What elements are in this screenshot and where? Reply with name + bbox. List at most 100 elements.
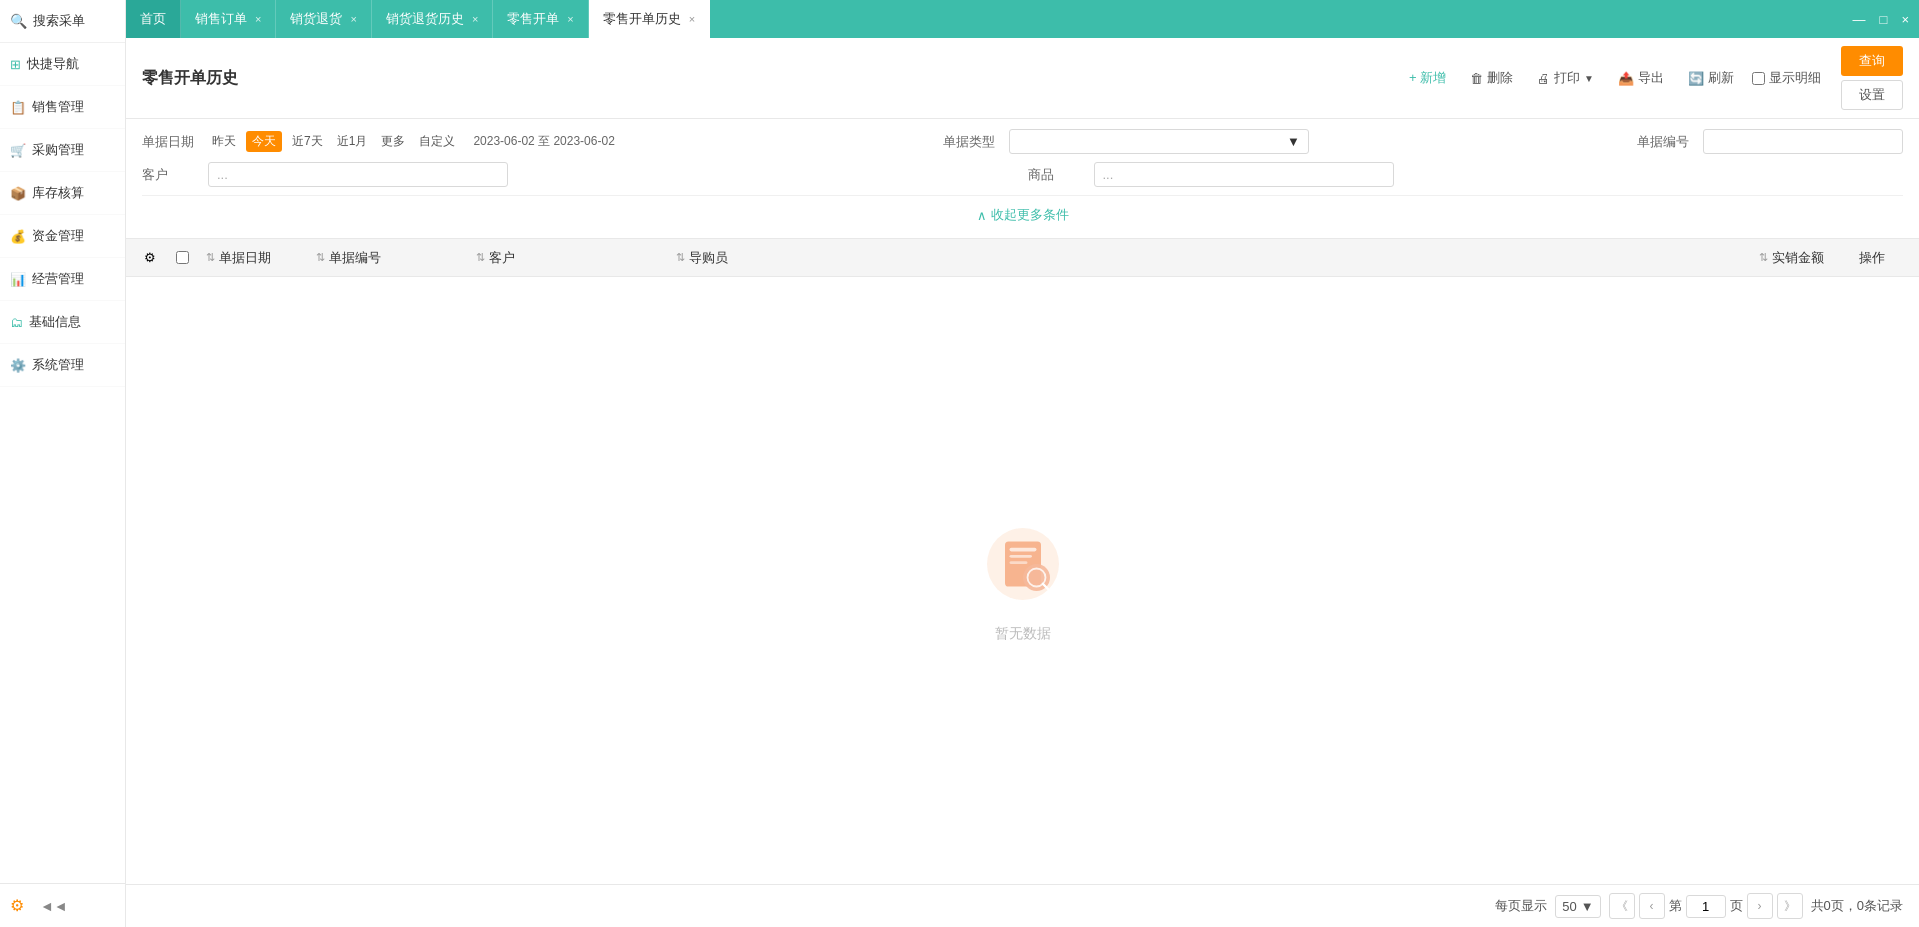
tab-sales-return-history[interactable]: 销货退货历史 ×: [372, 0, 493, 38]
th-guide[interactable]: ⇅ 导购员: [668, 249, 788, 267]
sidebar-item-operation[interactable]: 📊 经营管理: [0, 258, 125, 301]
sidebar-item-purchase[interactable]: 🛒 采购管理: [0, 129, 125, 172]
tab-retail-open-history-close[interactable]: ×: [689, 13, 695, 25]
tab-sales-order-label: 销售订单: [195, 10, 247, 28]
print-dropdown-icon: ▼: [1584, 73, 1594, 84]
bill-type-select[interactable]: ▼: [1009, 129, 1309, 154]
export-button[interactable]: 📤 导出: [1612, 65, 1670, 91]
refresh-button[interactable]: 🔄 刷新: [1682, 65, 1740, 91]
tab-retail-open-history[interactable]: 零售开单历史 ×: [589, 0, 710, 38]
bill-number-input[interactable]: [1703, 129, 1903, 154]
next-page-button[interactable]: ›: [1747, 893, 1773, 919]
next-page-icon: ›: [1758, 899, 1762, 913]
sort-icon: ⇅: [206, 251, 215, 264]
tab-sales-order[interactable]: 销售订单 ×: [181, 0, 276, 38]
add-button[interactable]: + 新增: [1403, 65, 1452, 91]
sidebar-item-basic[interactable]: 🗂 基础信息: [0, 301, 125, 344]
tab-home[interactable]: 首页: [126, 0, 181, 38]
th-amount[interactable]: ⇅ 实销金额: [1751, 249, 1851, 267]
sidebar-search[interactable]: 搜索采单: [0, 0, 125, 43]
tab-home-label: 首页: [140, 10, 166, 28]
bill-type-label: 单据类型: [943, 133, 999, 151]
total-text: 共0页，0条记录: [1811, 897, 1903, 915]
tab-retail-open-close[interactable]: ×: [567, 13, 573, 25]
minimize-button[interactable]: —: [1853, 12, 1866, 27]
sidebar-item-system[interactable]: ⚙️ 系统管理: [0, 344, 125, 387]
display-detail-checkbox[interactable]: [1752, 72, 1765, 85]
tab-sales-return-history-close[interactable]: ×: [472, 13, 478, 25]
sidebar-item-label: 采购管理: [32, 141, 84, 159]
th-number-label: 单据编号: [329, 249, 381, 267]
trash-icon: 🗑: [1470, 71, 1483, 86]
query-button[interactable]: 查询: [1841, 46, 1903, 76]
page-label: 页: [1730, 897, 1743, 915]
collapse-label: 收起更多条件: [991, 206, 1069, 224]
tab-bar: 首页 销售订单 × 销货退货 × 销货退货历史 × 零售开单 × 零售开单历史 …: [126, 0, 1919, 38]
finance-icon: 💰: [10, 229, 26, 244]
refresh-label: 刷新: [1708, 69, 1734, 87]
table-settings-icon[interactable]: ⚙: [134, 250, 166, 265]
current-page-input[interactable]: [1686, 895, 1726, 918]
tab-sales-return-label: 销货退货: [290, 10, 342, 28]
close-button[interactable]: ×: [1901, 12, 1909, 27]
date-options: 昨天 今天 近7天 近1月 更多 自定义: [208, 131, 459, 152]
sidebar-item-label: 系统管理: [32, 356, 84, 374]
goods-placeholder: ...: [1103, 167, 1114, 182]
prev-page-button[interactable]: ‹: [1639, 893, 1665, 919]
sale-icon: 📋: [10, 100, 26, 115]
th-number[interactable]: ⇅ 单据编号: [308, 249, 468, 267]
setting-button[interactable]: 设置: [1841, 80, 1903, 110]
sidebar-item-label: 资金管理: [32, 227, 84, 245]
tab-retail-open-history-label: 零售开单历史: [603, 10, 681, 28]
svg-rect-4: [1009, 561, 1027, 564]
maximize-button[interactable]: □: [1880, 12, 1888, 27]
sidebar-item-label: 快捷导航: [27, 55, 79, 73]
display-detail-label: 显示明细: [1769, 69, 1821, 87]
display-detail-toggle[interactable]: 显示明细: [1752, 69, 1821, 87]
date-opt-more[interactable]: 更多: [377, 131, 409, 152]
tab-sales-return[interactable]: 销货退货 ×: [276, 0, 371, 38]
th-date[interactable]: ⇅ 单据日期: [198, 249, 308, 267]
tab-retail-open-label: 零售开单: [507, 10, 559, 28]
date-opt-today[interactable]: 今天: [246, 131, 282, 152]
first-page-button[interactable]: 《: [1609, 893, 1635, 919]
sort-icon: ⇅: [316, 251, 325, 264]
tab-sales-return-close[interactable]: ×: [350, 13, 356, 25]
date-opt-7days[interactable]: 近7天: [288, 131, 327, 152]
th-action-label: 操作: [1859, 249, 1885, 267]
sidebar-collapse-icon[interactable]: ◄◄: [40, 898, 68, 914]
th-action: 操作: [1851, 249, 1911, 267]
select-all-checkbox[interactable]: [176, 251, 189, 264]
last-page-button[interactable]: 》: [1777, 893, 1803, 919]
delete-button[interactable]: 🗑 删除: [1464, 65, 1519, 91]
sidebar-item-label: 销售管理: [32, 98, 84, 116]
filter-row-1: 单据日期 昨天 今天 近7天 近1月 更多 自定义 2023-06-02 至 2…: [142, 129, 1903, 154]
print-button[interactable]: 🖨 打印 ▼: [1531, 65, 1600, 91]
date-range-value: 2023-06-02 至 2023-06-02: [473, 133, 614, 150]
customer-placeholder: ...: [217, 167, 228, 182]
prev-page-icon: ‹: [1650, 899, 1654, 913]
page-title: 零售开单历史: [142, 68, 238, 89]
table-select-all[interactable]: [166, 251, 198, 264]
goods-input[interactable]: ...: [1094, 162, 1394, 187]
settings-icon: ⚙: [144, 250, 156, 265]
date-opt-yesterday[interactable]: 昨天: [208, 131, 240, 152]
th-date-label: 单据日期: [219, 249, 271, 267]
date-opt-1month[interactable]: 近1月: [333, 131, 372, 152]
tab-retail-open[interactable]: 零售开单 ×: [493, 0, 588, 38]
tab-sales-order-close[interactable]: ×: [255, 13, 261, 25]
th-customer[interactable]: ⇅ 客户: [468, 249, 668, 267]
sidebar-item-sales[interactable]: 📋 销售管理: [0, 86, 125, 129]
filter-area: 单据日期 昨天 今天 近7天 近1月 更多 自定义 2023-06-02 至 2…: [126, 119, 1919, 239]
filter-row-2: 客户 ... 商品 ...: [142, 162, 1903, 187]
per-page-select[interactable]: 50 ▼: [1555, 895, 1600, 918]
basic-icon: 🗂: [10, 315, 23, 330]
customer-input[interactable]: ...: [208, 162, 508, 187]
sidebar-item-inventory[interactable]: 📦 库存核算: [0, 172, 125, 215]
sidebar-item-quick-nav[interactable]: ⊞ 快捷导航: [0, 43, 125, 86]
sidebar-item-finance[interactable]: 💰 资金管理: [0, 215, 125, 258]
collapse-button[interactable]: ∧ 收起更多条件: [977, 202, 1069, 228]
delete-label: 删除: [1487, 69, 1513, 87]
date-opt-custom[interactable]: 自定义: [415, 131, 459, 152]
settings-gear-icon[interactable]: ⚙: [10, 896, 24, 915]
